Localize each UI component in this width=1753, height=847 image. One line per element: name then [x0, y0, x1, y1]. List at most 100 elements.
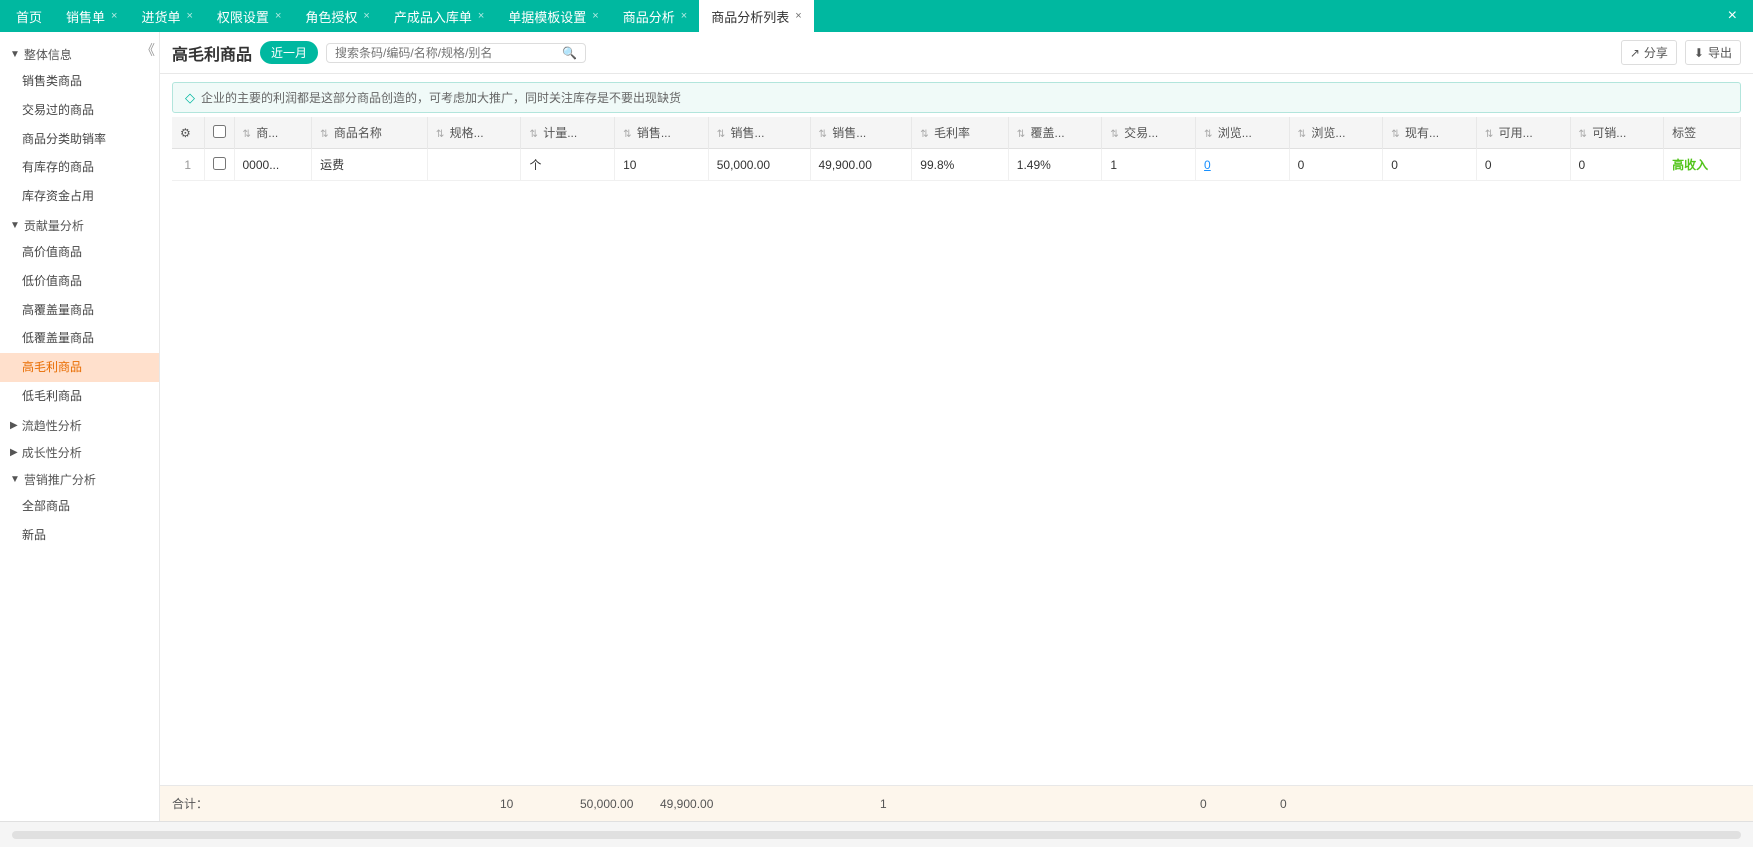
sidebar-item-low-coverage[interactable]: 低覆盖量商品 — [0, 324, 159, 353]
nav-template-close[interactable]: × — [592, 10, 598, 22]
col-checkbox[interactable] — [204, 117, 234, 149]
share-label: 分享 — [1644, 44, 1668, 61]
footer-label: 合计： — [172, 795, 372, 812]
nav-sales[interactable]: 销售单 × — [54, 0, 129, 32]
nav-template[interactable]: 单据模板设置 × — [496, 0, 610, 32]
sidebar-item-high-value[interactable]: 高价值商品 — [0, 238, 159, 267]
col-sale-amount[interactable]: ⇅ 销售... — [708, 117, 810, 149]
col-sale-profit[interactable]: ⇅ 销售... — [810, 117, 912, 149]
nav-roles[interactable]: 角色授权 × — [293, 0, 381, 32]
col-spec[interactable]: ⇅ 规格... — [427, 117, 521, 149]
sidebar-group-growth[interactable]: ▶ 成长性分析 — [0, 438, 159, 465]
overall-arrow: ▼ — [10, 49, 20, 60]
sidebar-item-all-goods[interactable]: 全部商品 — [0, 492, 159, 521]
content-area: 高毛利商品 近一月 🔍 ↗ 分享 ⬇ 导出 ◇ 企业的主要的利润都是这部分商品创… — [160, 32, 1753, 821]
nav-sales-close[interactable]: × — [111, 10, 117, 22]
sidebar-item-sales-goods[interactable]: 销售类商品 — [0, 67, 159, 96]
data-table: ⚙ ⇅ 商... ⇅ 商品名称 — [172, 117, 1741, 181]
tip-bar: ◇ 企业的主要的利润都是这部分商品创造的，可考虑加大推广，同时关注库存是不要出现… — [172, 82, 1741, 113]
filter-recent-month-button[interactable]: 近一月 — [260, 41, 318, 64]
cell-spec — [427, 149, 521, 181]
nav-roles-close[interactable]: × — [363, 10, 369, 22]
col-available[interactable]: ⇅ 可用... — [1476, 117, 1570, 149]
col-name[interactable]: ⇅ 商品名称 — [312, 117, 428, 149]
row-checkbox[interactable] — [213, 157, 226, 170]
sidebar-item-high-margin[interactable]: 高毛利商品 — [0, 353, 159, 382]
col-current[interactable]: ⇅ 现有... — [1383, 117, 1477, 149]
footer-sale-profit: 49,900.00 — [652, 797, 732, 811]
trend-arrow: ▶ — [10, 420, 18, 431]
footer-sale-qty: 10 — [492, 797, 572, 811]
cell-coverage: 1.49% — [1008, 149, 1102, 181]
col-browse1[interactable]: ⇅ 浏览... — [1196, 117, 1290, 149]
sidebar-item-category-rate[interactable]: 商品分类助销率 — [0, 125, 159, 154]
col-code[interactable]: ⇅ 商... — [234, 117, 312, 149]
sidebar-item-new-goods[interactable]: 新品 — [0, 521, 159, 550]
sidebar-group-contribution[interactable]: ▼ 贡献量分析 — [0, 211, 159, 238]
nav-purchase[interactable]: 进货单 × — [129, 0, 204, 32]
search-icon[interactable]: 🔍 — [562, 46, 577, 60]
cell-browse1[interactable]: 0 — [1196, 149, 1290, 181]
table-wrapper[interactable]: ⚙ ⇅ 商... ⇅ 商品名称 — [172, 117, 1741, 785]
cell-num: 1 — [172, 149, 204, 181]
col-gross-margin[interactable]: ⇅ 毛利率 — [912, 117, 1009, 149]
share-button[interactable]: ↗ 分享 — [1621, 40, 1677, 65]
sort-icon-browse1: ⇅ — [1204, 129, 1212, 140]
nav-sales-label: 销售单 — [66, 7, 105, 26]
col-browse2[interactable]: ⇅ 浏览... — [1289, 117, 1383, 149]
col-saleable[interactable]: ⇅ 可销... — [1570, 117, 1664, 149]
sort-icon-coverage: ⇅ — [1017, 129, 1025, 140]
sidebar: 《 ▼ 整体信息 销售类商品 交易过的商品 商品分类助销率 有库存的商品 库存资… — [0, 32, 160, 821]
nav-permissions-close[interactable]: × — [275, 10, 281, 22]
table-header-row: ⚙ ⇅ 商... ⇅ 商品名称 — [172, 117, 1741, 149]
cell-available: 0 — [1476, 149, 1570, 181]
sort-icon-gross: ⇅ — [920, 129, 928, 140]
col-tag: 标签 — [1664, 117, 1741, 149]
nav-analysis-list-label: 商品分析列表 — [711, 7, 789, 26]
sort-icon-name: ⇅ — [320, 129, 328, 140]
sidebar-item-low-value[interactable]: 低价值商品 — [0, 267, 159, 296]
sort-icon-sale-qty: ⇅ — [623, 129, 631, 140]
nav-analysis-close[interactable]: × — [681, 10, 687, 22]
sort-icon-sale-amount: ⇅ — [717, 129, 725, 140]
sort-icon-saleable: ⇅ — [1579, 129, 1587, 140]
sidebar-item-in-stock[interactable]: 有库存的商品 — [0, 153, 159, 182]
col-coverage[interactable]: ⇅ 覆盖... — [1008, 117, 1102, 149]
window-close-button[interactable]: × — [1716, 7, 1749, 25]
nav-production-close[interactable]: × — [478, 10, 484, 22]
nav-analysis[interactable]: 商品分析 × — [611, 0, 699, 32]
cell-sale-qty: 10 — [615, 149, 709, 181]
search-input[interactable] — [335, 46, 558, 60]
sidebar-item-low-margin[interactable]: 低毛利商品 — [0, 382, 159, 411]
export-button[interactable]: ⬇ 导出 — [1685, 40, 1741, 65]
nav-production[interactable]: 产成品入库单 × — [382, 0, 496, 32]
col-sale-qty[interactable]: ⇅ 销售... — [615, 117, 709, 149]
sidebar-group-overall[interactable]: ▼ 整体信息 — [0, 40, 159, 67]
nav-permissions[interactable]: 权限设置 × — [205, 0, 293, 32]
nav-purchase-close[interactable]: × — [186, 10, 192, 22]
footer-current: 0 — [1192, 797, 1272, 811]
growth-group-label: 成长性分析 — [22, 444, 82, 461]
sort-icon-available: ⇅ — [1485, 129, 1493, 140]
horizontal-scrollbar[interactable] — [12, 831, 1741, 839]
nav-home[interactable]: 首页 — [4, 0, 54, 32]
col-settings[interactable]: ⚙ — [172, 117, 204, 149]
col-transaction[interactable]: ⇅ 交易... — [1102, 117, 1196, 149]
col-unit[interactable]: ⇅ 计量... — [521, 117, 615, 149]
nav-analysis-list-close[interactable]: × — [795, 10, 801, 22]
sidebar-item-high-coverage[interactable]: 高覆盖量商品 — [0, 296, 159, 325]
cell-gross-margin: 99.8% — [912, 149, 1009, 181]
sidebar-collapse-button[interactable]: 《 — [141, 40, 155, 60]
sidebar-item-traded-goods[interactable]: 交易过的商品 — [0, 96, 159, 125]
sidebar-group-marketing[interactable]: ▼ 营销推广分析 — [0, 465, 159, 492]
select-all-checkbox[interactable] — [213, 125, 226, 138]
cell-current: 0 — [1383, 149, 1477, 181]
sidebar-item-stock-capital[interactable]: 库存资金占用 — [0, 182, 159, 211]
sidebar-group-trend[interactable]: ▶ 流趋性分析 — [0, 411, 159, 438]
sort-icon-sale-profit: ⇅ — [819, 129, 827, 140]
contribution-group-label: 贡献量分析 — [24, 217, 84, 234]
nav-analysis-list[interactable]: 商品分析列表 × — [699, 0, 813, 32]
export-label: 导出 — [1708, 44, 1732, 61]
cell-checkbox[interactable] — [204, 149, 234, 181]
page-title: 高毛利商品 — [172, 41, 252, 65]
